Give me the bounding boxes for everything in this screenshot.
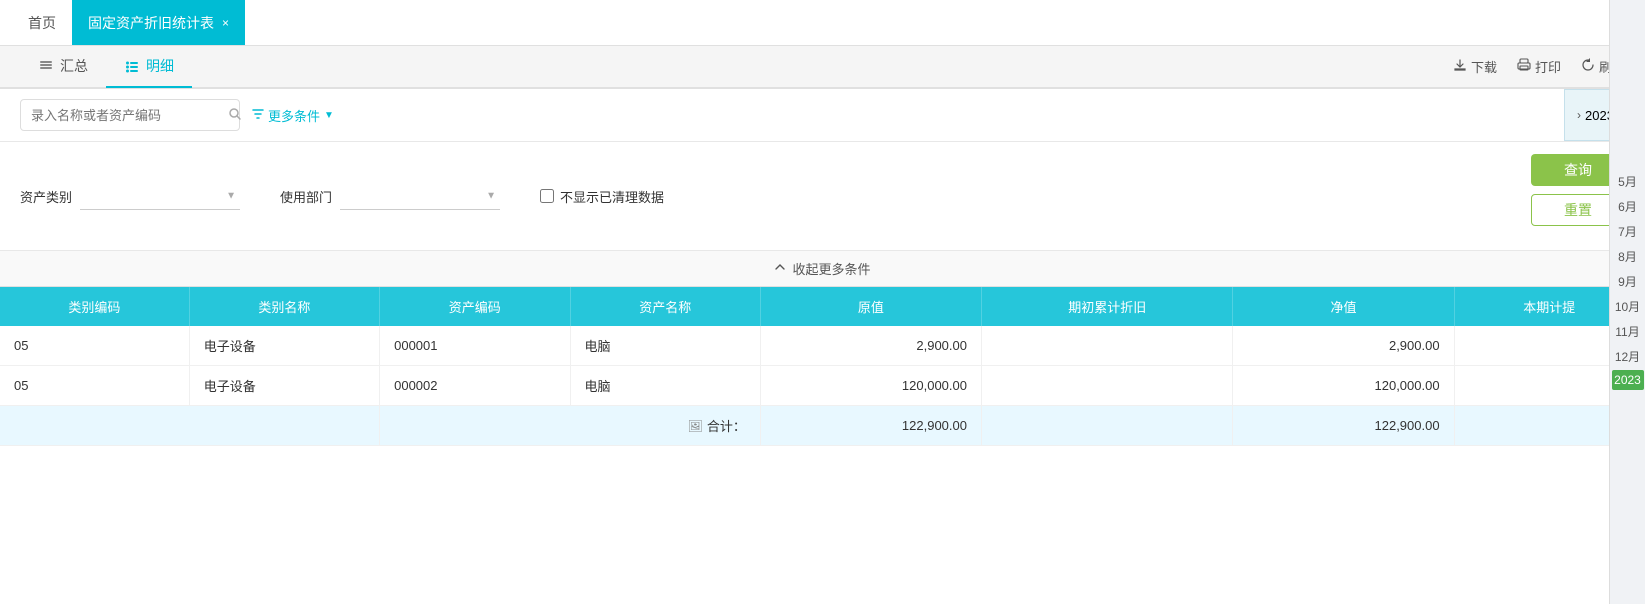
col-net-value: 净值 — [1233, 287, 1454, 326]
filter-icon — [252, 108, 264, 123]
cell-category-name-2: 电子设备 — [189, 366, 379, 406]
cell-net-value-1: 2,900.00 — [1233, 326, 1454, 366]
home-tab[interactable]: 首页 — [12, 13, 72, 33]
search-row: 更多条件 ▼ › 2023.01 — [0, 89, 1645, 142]
month-7[interactable]: 7月 — [1612, 220, 1644, 243]
cell-original-value-2: 120,000.00 — [760, 366, 981, 406]
table-row[interactable]: 05 电子设备 000002 电脑 120,000.00 120,000.00 — [0, 366, 1645, 406]
summary-original-value: 122,900.00 — [760, 406, 981, 446]
tab-detail-label: 明细 — [146, 56, 174, 76]
tab-close-icon[interactable]: × — [222, 16, 229, 30]
tab-title: 固定资产折旧统计表 — [88, 13, 214, 33]
print-icon — [1517, 58, 1531, 75]
col-asset-code: 资产编码 — [380, 287, 570, 326]
department-select[interactable] — [340, 182, 500, 210]
summary-label: 合计： — [707, 416, 746, 435]
cell-initial-depreciation-2 — [981, 366, 1233, 406]
asset-category-filter: 资产类别 ▼ — [20, 182, 240, 210]
list-icon — [124, 58, 140, 74]
collapse-label: 收起更多条件 — [792, 259, 870, 278]
collapse-icon — [774, 261, 786, 276]
year-2023[interactable]: 2023 — [1612, 370, 1644, 390]
month-11[interactable]: 11月 — [1612, 320, 1644, 343]
filter-panel: 资产类别 ▼ 使用部门 ▼ 不显示已清理数据 查询 重置 — [0, 142, 1645, 251]
no-cleared-filter[interactable]: 不显示已清理数据 — [540, 187, 664, 206]
tab-toolbar-area: 汇总 明细 下载 — [0, 46, 1645, 89]
cell-asset-name-1: 电脑 — [570, 326, 760, 366]
download-label: 下载 — [1471, 57, 1497, 76]
print-button[interactable]: 打印 — [1517, 57, 1561, 76]
cell-category-code-1: 05 — [0, 326, 189, 366]
chevron-down-icon: ▼ — [324, 110, 334, 121]
asset-category-select-wrap: ▼ — [80, 182, 240, 210]
month-10[interactable]: 10月 — [1612, 295, 1644, 318]
summary-label-cell: 🖼 合计： — [380, 406, 761, 446]
col-initial-depreciation: 期初累计折旧 — [981, 287, 1233, 326]
cell-category-code-2: 05 — [0, 366, 189, 406]
layers-icon — [38, 58, 54, 74]
no-cleared-label: 不显示已清理数据 — [560, 187, 664, 206]
summary-net-value: 122,900.00 — [1233, 406, 1454, 446]
table-summary-row: 🖼 合计： 122,900.00 122,900.00 — [0, 406, 1645, 446]
month-8[interactable]: 8月 — [1612, 245, 1644, 268]
table-row[interactable]: 05 电子设备 000001 电脑 2,900.00 2,900.00 — [0, 326, 1645, 366]
col-category-code: 类别编码 — [0, 287, 189, 326]
refresh-icon — [1581, 58, 1595, 75]
data-table: 类别编码 类别名称 资产编码 资产名称 原值 期初累计折旧 净值 本期计提 05… — [0, 287, 1645, 446]
cell-asset-name-2: 电脑 — [570, 366, 760, 406]
col-asset-name: 资产名称 — [570, 287, 760, 326]
chevron-right-icon: › — [1577, 108, 1581, 122]
asset-category-select[interactable] — [80, 182, 240, 210]
top-nav: 首页 固定资产折旧统计表 × ✕ — [0, 0, 1645, 46]
month-9[interactable]: 9月 — [1612, 270, 1644, 293]
cell-initial-depreciation-1 — [981, 326, 1233, 366]
search-input[interactable] — [20, 99, 240, 131]
table-header-row: 类别编码 类别名称 资产编码 资产名称 原值 期初累计折旧 净值 本期计提 — [0, 287, 1645, 326]
download-icon — [1453, 58, 1467, 75]
cell-category-name-1: 电子设备 — [189, 326, 379, 366]
month-5[interactable]: 5月 — [1612, 170, 1644, 193]
cell-asset-code-2: 000002 — [380, 366, 570, 406]
cell-net-value-2: 120,000.00 — [1233, 366, 1454, 406]
tab-detail[interactable]: 明细 — [106, 46, 192, 88]
department-label: 使用部门 — [280, 187, 332, 206]
department-filter: 使用部门 ▼ — [280, 182, 500, 210]
print-label: 打印 — [1535, 57, 1561, 76]
right-panel: 5月 6月 7月 8月 9月 10月 11月 12月 2023 — [1609, 0, 1645, 604]
more-filter-label: 更多条件 — [268, 106, 320, 125]
col-original-value: 原值 — [760, 287, 981, 326]
filter-row: 资产类别 ▼ 使用部门 ▼ 不显示已清理数据 查询 重置 — [20, 154, 1625, 250]
department-select-wrap: ▼ — [340, 182, 500, 210]
cell-asset-code-1: 000001 — [380, 326, 570, 366]
table-wrap: 类别编码 类别名称 资产编码 资产名称 原值 期初累计折旧 净值 本期计提 05… — [0, 287, 1645, 604]
col-category-name: 类别名称 — [189, 287, 379, 326]
month-6[interactable]: 6月 — [1612, 195, 1644, 218]
month-12[interactable]: 12月 — [1612, 345, 1644, 368]
cell-original-value-1: 2,900.00 — [760, 326, 981, 366]
more-filter-button[interactable]: 更多条件 ▼ — [252, 106, 334, 125]
no-cleared-checkbox[interactable] — [540, 189, 554, 203]
asset-category-label: 资产类别 — [20, 187, 72, 206]
collapse-bar[interactable]: 收起更多条件 — [0, 251, 1645, 287]
tab-summary-label: 汇总 — [60, 56, 88, 76]
summary-initial-depreciation — [981, 406, 1233, 446]
tab-items: 汇总 明细 — [0, 46, 212, 87]
tab-summary[interactable]: 汇总 — [20, 46, 106, 88]
main-tab[interactable]: 固定资产折旧统计表 × — [72, 0, 245, 45]
search-icon — [228, 107, 242, 124]
download-button[interactable]: 下载 — [1453, 57, 1497, 76]
summary-empty-1 — [0, 406, 380, 446]
summary-icon: 🖼 — [688, 419, 703, 433]
